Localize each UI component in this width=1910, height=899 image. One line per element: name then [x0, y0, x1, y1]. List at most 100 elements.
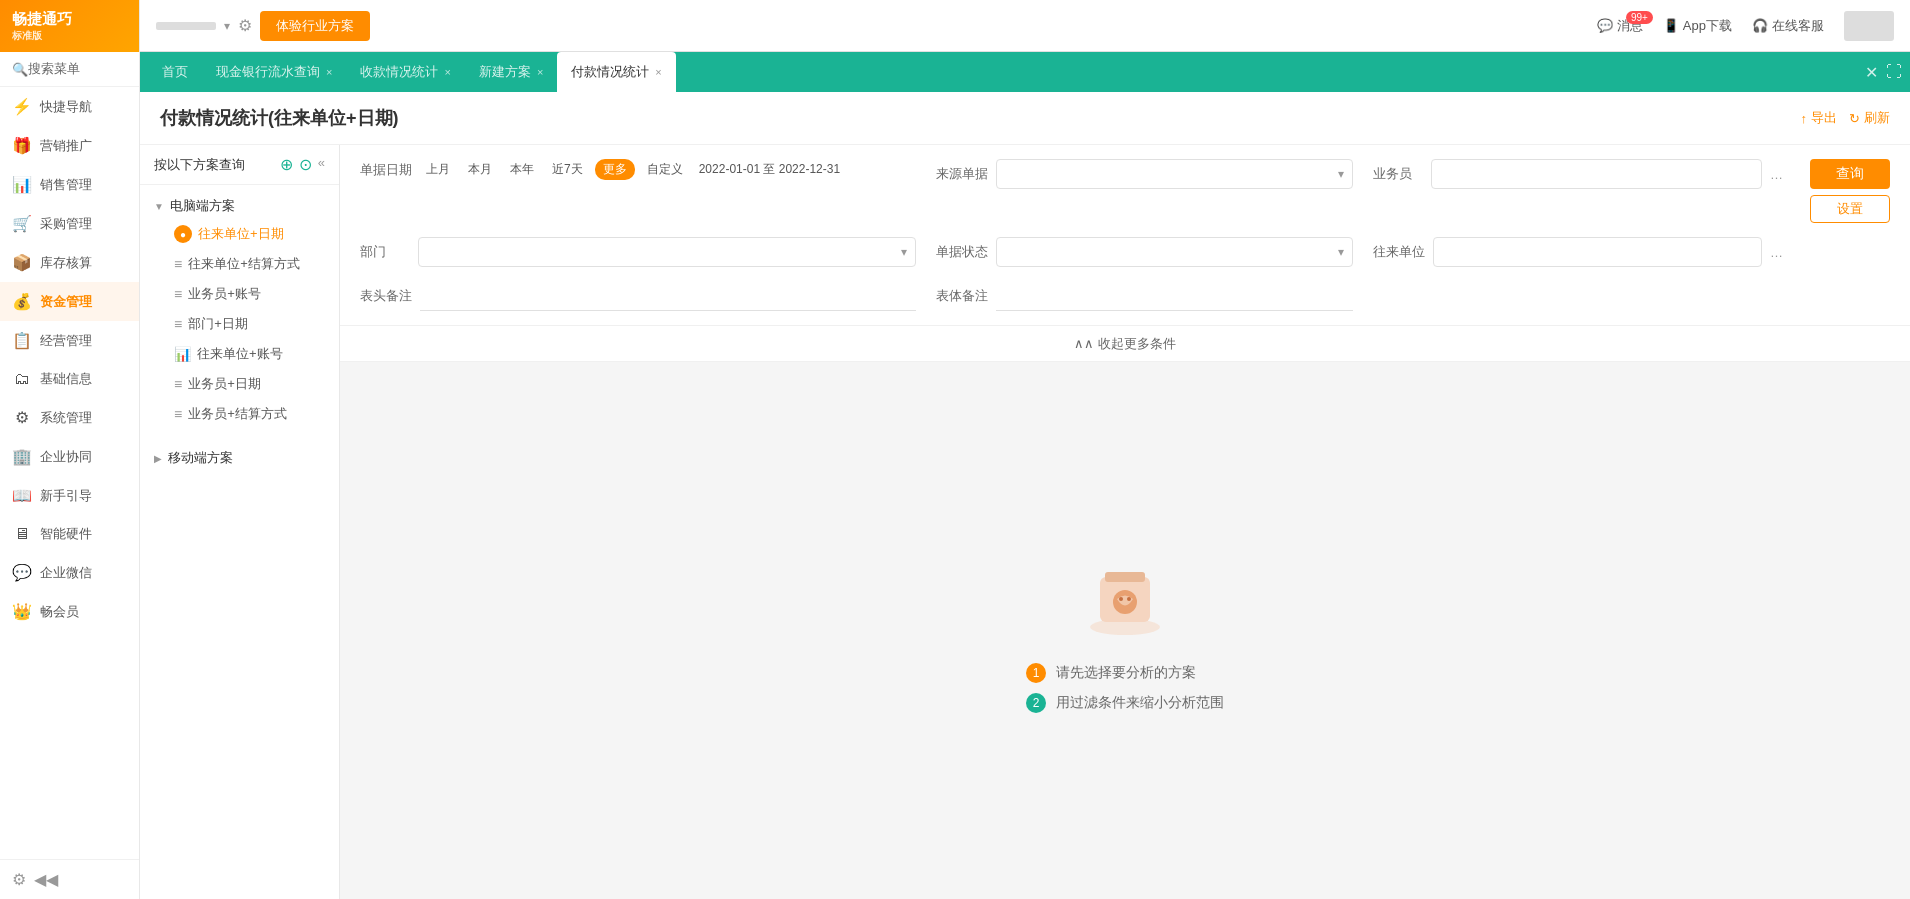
sidebar-item-inventory[interactable]: 📦 库存核算 [0, 243, 139, 282]
sidebar-item-purchase[interactable]: 🛒 采购管理 [0, 204, 139, 243]
scheme-item-unit-account[interactable]: 📊 往来单位+账号 [154, 339, 325, 369]
tab-new-scheme-label: 新建方案 [479, 63, 531, 81]
salesman-select[interactable] [1431, 159, 1762, 189]
main-area: ▾ ⚙ 体验行业方案 💬 消息 99+ 📱 App下载 🎧 在线客服 首页 [140, 0, 1910, 899]
sidebar-item-label: 畅会员 [40, 603, 79, 621]
tab-bank-flow-close[interactable]: × [326, 66, 332, 78]
partner-select[interactable] [1433, 237, 1762, 267]
tab-home[interactable]: 首页 [148, 52, 202, 92]
sidebar-footer: ⚙ ◀◀ [0, 859, 139, 899]
app-download-btn[interactable]: 📱 App下载 [1663, 17, 1732, 35]
sidebar-item-sales[interactable]: 📊 销售管理 [0, 165, 139, 204]
operations-icon: 📋 [12, 331, 32, 350]
settings-icon[interactable]: ⚙ [238, 16, 252, 35]
scheme-item-unit-settle[interactable]: ≡ 往来单位+结算方式 [154, 249, 325, 279]
collapse-btn[interactable]: ∧∧ 收起更多条件 [1074, 335, 1176, 353]
tab-payment-stats-close[interactable]: × [655, 66, 661, 78]
content-area: 按以下方案查询 ⊕ ⊙ « ▼ 电脑端方案 ● 往来单位+日期 [140, 145, 1910, 899]
scheme-table-icon: ≡ [174, 316, 182, 332]
page-title: 付款情况统计(往来单位+日期) [160, 106, 399, 130]
sidebar-item-hardware[interactable]: 🖥 智能硬件 [0, 515, 139, 553]
collapse-scheme-icon[interactable]: « [318, 155, 325, 174]
svg-point-5 [1127, 597, 1131, 601]
sidebar-item-operations[interactable]: 📋 经营管理 [0, 321, 139, 360]
search-label: 搜索菜单 [28, 60, 80, 78]
scheme-item-dept-date[interactable]: ≡ 部门+日期 [154, 309, 325, 339]
tab-receipt-stats-close[interactable]: × [444, 66, 450, 78]
tab-expand-icon[interactable]: ⛶ [1886, 63, 1902, 81]
avatar[interactable] [1844, 11, 1894, 41]
add-scheme-icon[interactable]: ⊕ [280, 155, 293, 174]
date-field: 单据日期 上月 本月 本年 近7天 更多 自定义 2022-01-01 至 20… [360, 159, 916, 180]
partner-label: 往来单位 [1373, 243, 1425, 261]
refresh-btn[interactable]: ↻ 刷新 [1849, 109, 1890, 127]
doc-status-chevron-icon: ▾ [1338, 245, 1344, 259]
tab-bank-flow[interactable]: 现金银行流水查询 × [202, 52, 346, 92]
date-last-month[interactable]: 上月 [420, 159, 456, 180]
page-header-actions: ↑ 导出 ↻ 刷新 [1801, 109, 1891, 127]
date-this-year[interactable]: 本年 [504, 159, 540, 180]
collapse-sidebar-icon[interactable]: ◀◀ [34, 870, 58, 889]
sidebar-item-finance[interactable]: 💰 资金管理 [0, 282, 139, 321]
sidebar-item-enterprise[interactable]: 🏢 企业协同 [0, 437, 139, 476]
salesman-ellipsis[interactable]: … [1770, 167, 1790, 182]
source-select[interactable]: ▾ [996, 159, 1353, 189]
dept-select[interactable]: ▾ [418, 237, 916, 267]
body-note-input[interactable] [996, 281, 1353, 311]
date-last-7[interactable]: 近7天 [546, 159, 589, 180]
sidebar-item-marketing[interactable]: 🎁 营销推广 [0, 126, 139, 165]
sidebar-search[interactable]: 🔍 搜索菜单 [0, 52, 139, 87]
trial-btn[interactable]: 体验行业方案 [260, 11, 370, 41]
sidebar-item-guide[interactable]: 📖 新手引导 [0, 476, 139, 515]
sidebar-item-label: 企业协同 [40, 448, 92, 466]
sidebar-item-system[interactable]: ⚙ 系统管理 [0, 398, 139, 437]
active-dot-icon: ● [174, 225, 192, 243]
tab-payment-stats[interactable]: 付款情况统计 × [557, 52, 675, 92]
date-custom[interactable]: 自定义 [641, 159, 689, 180]
date-more[interactable]: 更多 [595, 159, 635, 180]
sidebar-item-label: 新手引导 [40, 487, 92, 505]
settings-button[interactable]: 设置 [1810, 195, 1890, 223]
scheme-item-salesman-settle[interactable]: ≡ 业务员+结算方式 [154, 399, 325, 429]
scheme-item-unit-date[interactable]: ● 往来单位+日期 [154, 219, 325, 249]
scheme-table-icon: ≡ [174, 286, 182, 302]
sidebar-item-label: 基础信息 [40, 370, 92, 388]
export-btn[interactable]: ↑ 导出 [1801, 109, 1838, 127]
message-btn[interactable]: 💬 消息 99+ [1597, 17, 1643, 35]
tab-new-scheme[interactable]: 新建方案 × [465, 52, 557, 92]
search-icon: 🔍 [12, 62, 28, 77]
date-this-month[interactable]: 本月 [462, 159, 498, 180]
sidebar-item-quick-nav[interactable]: ⚡ 快捷导航 [0, 87, 139, 126]
online-service-btn[interactable]: 🎧 在线客服 [1752, 17, 1824, 35]
tab-new-scheme-close[interactable]: × [537, 66, 543, 78]
head-note-input[interactable] [420, 281, 916, 311]
sales-icon: 📊 [12, 175, 32, 194]
tab-close-all-icon[interactable]: ✕ [1865, 63, 1878, 82]
desktop-group-toggle[interactable]: ▼ 电脑端方案 [154, 193, 325, 219]
body-note-field: 表体备注 [936, 281, 1353, 311]
query-button[interactable]: 查询 [1810, 159, 1890, 189]
sidebar-item-wechat[interactable]: 💬 企业微信 [0, 553, 139, 592]
scheme-item-label: 往来单位+结算方式 [188, 255, 300, 273]
scheme-panel-label: 按以下方案查询 [154, 156, 245, 174]
tab-home-label: 首页 [162, 63, 188, 81]
user-chevron-icon[interactable]: ▾ [224, 19, 230, 33]
sidebar-item-label: 经营管理 [40, 332, 92, 350]
tab-receipt-stats[interactable]: 收款情况统计 × [346, 52, 464, 92]
collapse-bar[interactable]: ∧∧ 收起更多条件 [340, 326, 1910, 362]
sidebar-item-basic[interactable]: 🗂 基础信息 [0, 360, 139, 398]
doc-status-select[interactable]: ▾ [996, 237, 1353, 267]
scheme-item-salesman-date[interactable]: ≡ 业务员+日期 [154, 369, 325, 399]
message-badge: 99+ [1626, 11, 1653, 24]
partner-ellipsis[interactable]: … [1770, 245, 1790, 260]
settings-scheme-icon[interactable]: ⊙ [299, 155, 312, 174]
tip-num-1: 1 [1026, 663, 1046, 683]
scheme-chart-icon: 📊 [174, 346, 191, 362]
mobile-group-toggle[interactable]: ▶ 移动端方案 [154, 445, 325, 471]
sidebar-item-member[interactable]: 👑 畅会员 [0, 592, 139, 631]
salesman-label: 业务员 [1373, 165, 1423, 183]
scheme-item-salesman-account[interactable]: ≡ 业务员+账号 [154, 279, 325, 309]
sidebar-item-label: 智能硬件 [40, 525, 92, 543]
source-label: 来源单据 [936, 165, 988, 183]
settings-footer-icon[interactable]: ⚙ [12, 870, 26, 889]
